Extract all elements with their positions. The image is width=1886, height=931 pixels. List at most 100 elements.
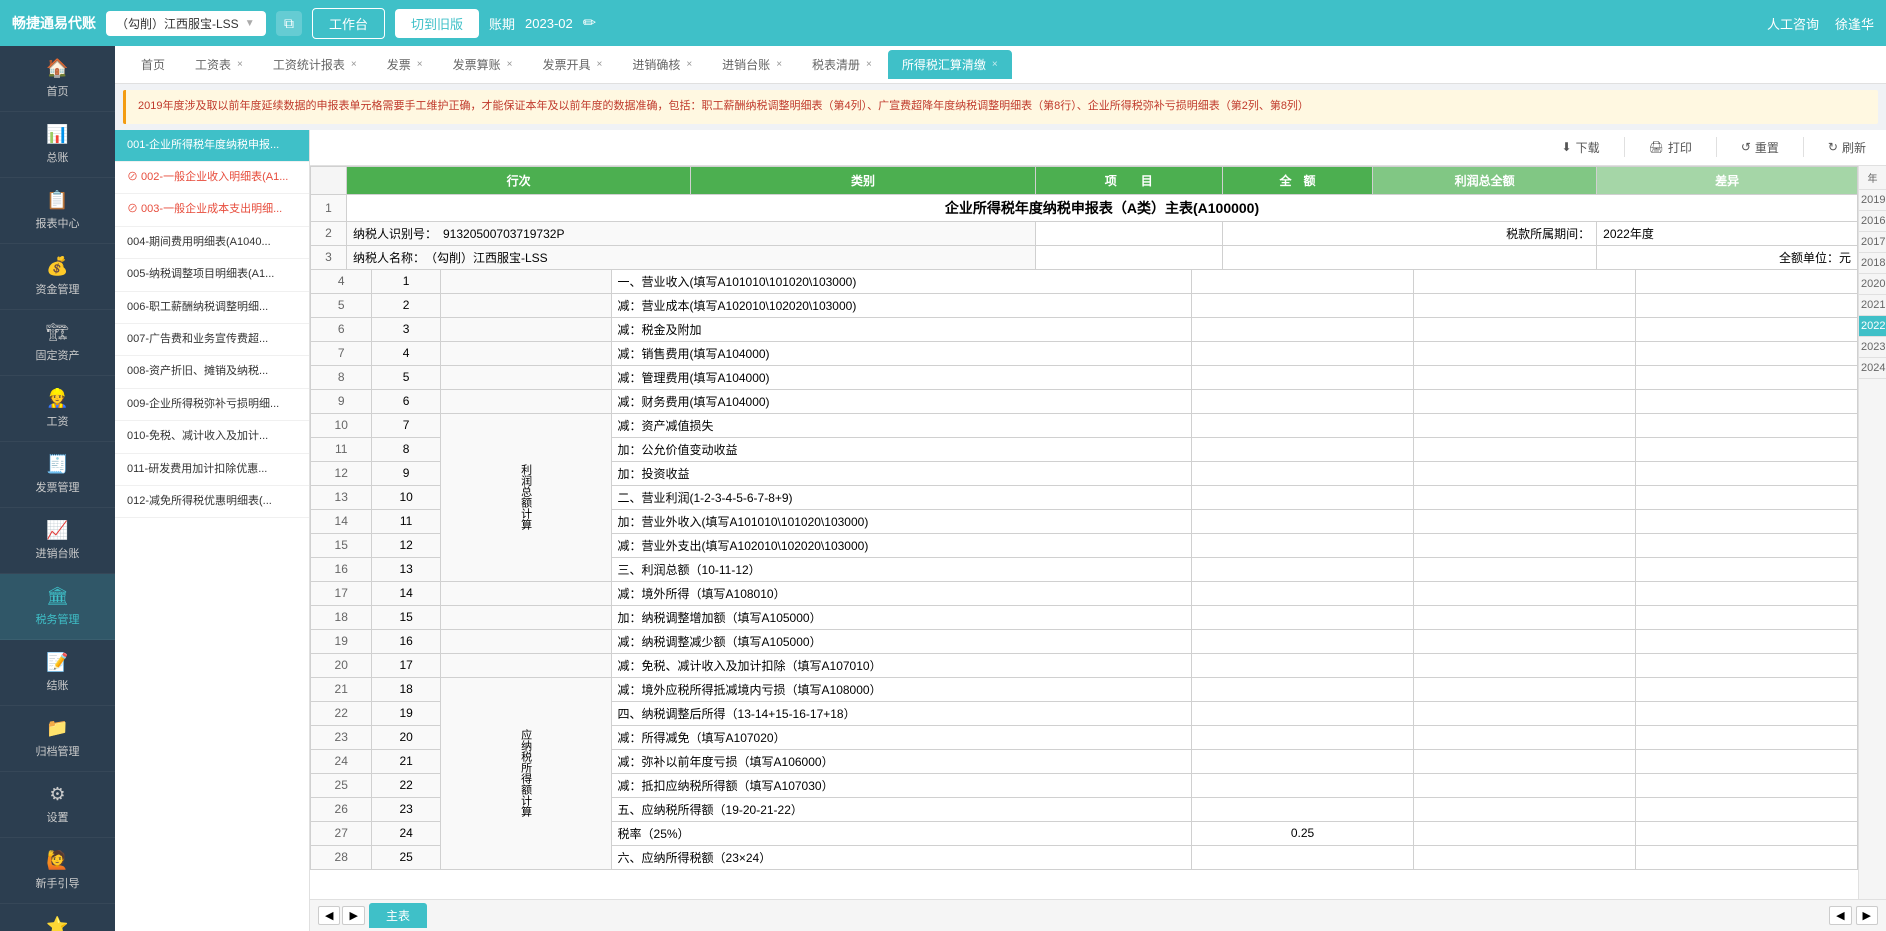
tab-payroll-stats[interactable]: 工资统计报表 × bbox=[259, 50, 371, 79]
cell-diff[interactable] bbox=[1636, 317, 1858, 341]
tab-income-tax[interactable]: 所得税汇算清缴 × bbox=[888, 50, 1012, 79]
cell-value[interactable] bbox=[1192, 653, 1414, 677]
cell-profit[interactable] bbox=[1414, 461, 1636, 485]
cell-value[interactable] bbox=[1192, 701, 1414, 725]
cell-value[interactable] bbox=[1192, 269, 1414, 293]
cell-diff[interactable] bbox=[1636, 557, 1858, 581]
sidebar-item-settings[interactable]: ⚙ 设置 bbox=[0, 772, 115, 838]
nav-arrow-right[interactable]: ▶ bbox=[342, 906, 364, 925]
cell-diff[interactable] bbox=[1636, 749, 1858, 773]
cell-profit[interactable] bbox=[1414, 557, 1636, 581]
cell-diff[interactable] bbox=[1636, 653, 1858, 677]
tab-tax-list-close[interactable]: × bbox=[866, 59, 872, 70]
cell-value[interactable] bbox=[1192, 533, 1414, 557]
cell-profit[interactable] bbox=[1414, 389, 1636, 413]
cell-profit[interactable] bbox=[1414, 845, 1636, 869]
cell-diff[interactable] bbox=[1636, 509, 1858, 533]
tab-invoice-close[interactable]: × bbox=[417, 59, 423, 70]
company-selector[interactable]: （勾削）江西服宝-LSS ▼ bbox=[106, 11, 266, 36]
scroll-left-button[interactable]: ◀ bbox=[1829, 906, 1851, 925]
copy-icon-button[interactable]: ⧉ bbox=[276, 11, 302, 36]
year-2022[interactable]: 2022 bbox=[1859, 316, 1886, 337]
cell-diff[interactable] bbox=[1636, 629, 1858, 653]
cell-diff[interactable] bbox=[1636, 581, 1858, 605]
cell-diff[interactable] bbox=[1636, 461, 1858, 485]
cell-profit[interactable] bbox=[1414, 821, 1636, 845]
year-2019[interactable]: 2019 bbox=[1859, 190, 1886, 211]
cell-value[interactable] bbox=[1192, 581, 1414, 605]
cell-profit[interactable] bbox=[1414, 677, 1636, 701]
sidebar-item-member[interactable]: ⭐ 畅会员 bbox=[0, 904, 115, 931]
cell-profit[interactable] bbox=[1414, 749, 1636, 773]
cell-profit[interactable] bbox=[1414, 509, 1636, 533]
cell-profit[interactable] bbox=[1414, 293, 1636, 317]
cell-value[interactable] bbox=[1192, 413, 1414, 437]
cell-profit[interactable] bbox=[1414, 773, 1636, 797]
cell-diff[interactable] bbox=[1636, 365, 1858, 389]
tab-invoice-open-close[interactable]: × bbox=[596, 59, 602, 70]
sidebar-item-purchase-sales[interactable]: 📈 进销台账 bbox=[0, 508, 115, 574]
year-2020[interactable]: 2020 bbox=[1859, 274, 1886, 295]
cell-value[interactable] bbox=[1192, 557, 1414, 581]
print-button[interactable]: 🖨 打印 bbox=[1641, 136, 1700, 159]
form-list-item-003[interactable]: ⊘ 003-一般企业成本支出明细... bbox=[115, 194, 309, 226]
cell-diff[interactable] bbox=[1636, 821, 1858, 845]
tab-purchase-ledger-close[interactable]: × bbox=[776, 59, 782, 70]
sidebar-item-payroll[interactable]: 👷 工资 bbox=[0, 376, 115, 442]
form-list-item-009[interactable]: 009-企业所得税弥补亏损明细... bbox=[115, 389, 309, 421]
switch-version-button[interactable]: 切到旧版 bbox=[395, 9, 479, 38]
cell-profit[interactable] bbox=[1414, 701, 1636, 725]
sidebar-item-reports[interactable]: 📋 报表中心 bbox=[0, 178, 115, 244]
tab-payroll[interactable]: 工资表 × bbox=[181, 50, 257, 79]
cell-value[interactable] bbox=[1192, 389, 1414, 413]
form-list-item-007[interactable]: 007-广告费和业务宣传费超... bbox=[115, 324, 309, 356]
sidebar-item-tax[interactable]: 🏛 税务管理 bbox=[0, 574, 115, 640]
tab-invoice-calc-close[interactable]: × bbox=[507, 59, 513, 70]
year-2021[interactable]: 2021 bbox=[1859, 295, 1886, 316]
sidebar-item-ledger[interactable]: 📊 总账 bbox=[0, 112, 115, 178]
cell-value[interactable] bbox=[1192, 293, 1414, 317]
form-list-item-005[interactable]: 005-纳税调整项目明细表(A1... bbox=[115, 259, 309, 291]
cell-value[interactable] bbox=[1192, 437, 1414, 461]
cell-value[interactable] bbox=[1192, 749, 1414, 773]
scroll-right-button[interactable]: ▶ bbox=[1856, 906, 1878, 925]
reset-button[interactable]: ↺ 重置 bbox=[1733, 136, 1787, 159]
year-2017[interactable]: 2017 bbox=[1859, 232, 1886, 253]
cell-diff[interactable] bbox=[1636, 413, 1858, 437]
cell-profit[interactable] bbox=[1414, 485, 1636, 509]
cell-diff[interactable] bbox=[1636, 341, 1858, 365]
sidebar-item-home[interactable]: 🏠 首页 bbox=[0, 46, 115, 112]
cell-value[interactable] bbox=[1192, 461, 1414, 485]
form-list-item-004[interactable]: 004-期间费用明细表(A1040... bbox=[115, 227, 309, 259]
cell-value[interactable] bbox=[1192, 677, 1414, 701]
tab-income-tax-close[interactable]: × bbox=[992, 59, 998, 70]
cell-diff[interactable] bbox=[1636, 485, 1858, 509]
cell-value[interactable] bbox=[1192, 365, 1414, 389]
cell-value[interactable]: 0.25 bbox=[1192, 821, 1414, 845]
cell-diff[interactable] bbox=[1636, 269, 1858, 293]
edit-period-icon[interactable]: ✏ bbox=[583, 13, 596, 33]
cell-value[interactable] bbox=[1192, 773, 1414, 797]
year-2024[interactable]: 2024 bbox=[1859, 358, 1886, 379]
cell-diff[interactable] bbox=[1636, 437, 1858, 461]
spreadsheet-wrapper[interactable]: 行次 类别 项 目 全 额 利润总全额 差异 bbox=[310, 166, 1858, 899]
tab-purchase-verify-close[interactable]: × bbox=[686, 59, 692, 70]
cell-profit[interactable] bbox=[1414, 797, 1636, 821]
sidebar-item-assets[interactable]: 🏗 固定资产 bbox=[0, 310, 115, 376]
tab-purchase-ledger[interactable]: 进销台账 × bbox=[708, 50, 796, 79]
cell-diff[interactable] bbox=[1636, 725, 1858, 749]
refresh-button[interactable]: ↻ 刷新 bbox=[1820, 136, 1874, 159]
tab-purchase-verify[interactable]: 进销确核 × bbox=[618, 50, 706, 79]
cell-profit[interactable] bbox=[1414, 581, 1636, 605]
form-list-item-002[interactable]: ⊘ 002-一般企业收入明细表(A1... bbox=[115, 162, 309, 194]
cell-diff[interactable] bbox=[1636, 389, 1858, 413]
cell-profit[interactable] bbox=[1414, 317, 1636, 341]
cell-value[interactable] bbox=[1192, 509, 1414, 533]
form-list-item-001[interactable]: 001-企业所得税年度纳税申报... bbox=[115, 130, 309, 162]
sidebar-item-archive[interactable]: 📁 归档管理 bbox=[0, 706, 115, 772]
cell-profit[interactable] bbox=[1414, 437, 1636, 461]
form-list-item-011[interactable]: 011-研发费用加计扣除优惠... bbox=[115, 454, 309, 486]
cell-diff[interactable] bbox=[1636, 677, 1858, 701]
cell-profit[interactable] bbox=[1414, 653, 1636, 677]
cell-profit[interactable] bbox=[1414, 269, 1636, 293]
